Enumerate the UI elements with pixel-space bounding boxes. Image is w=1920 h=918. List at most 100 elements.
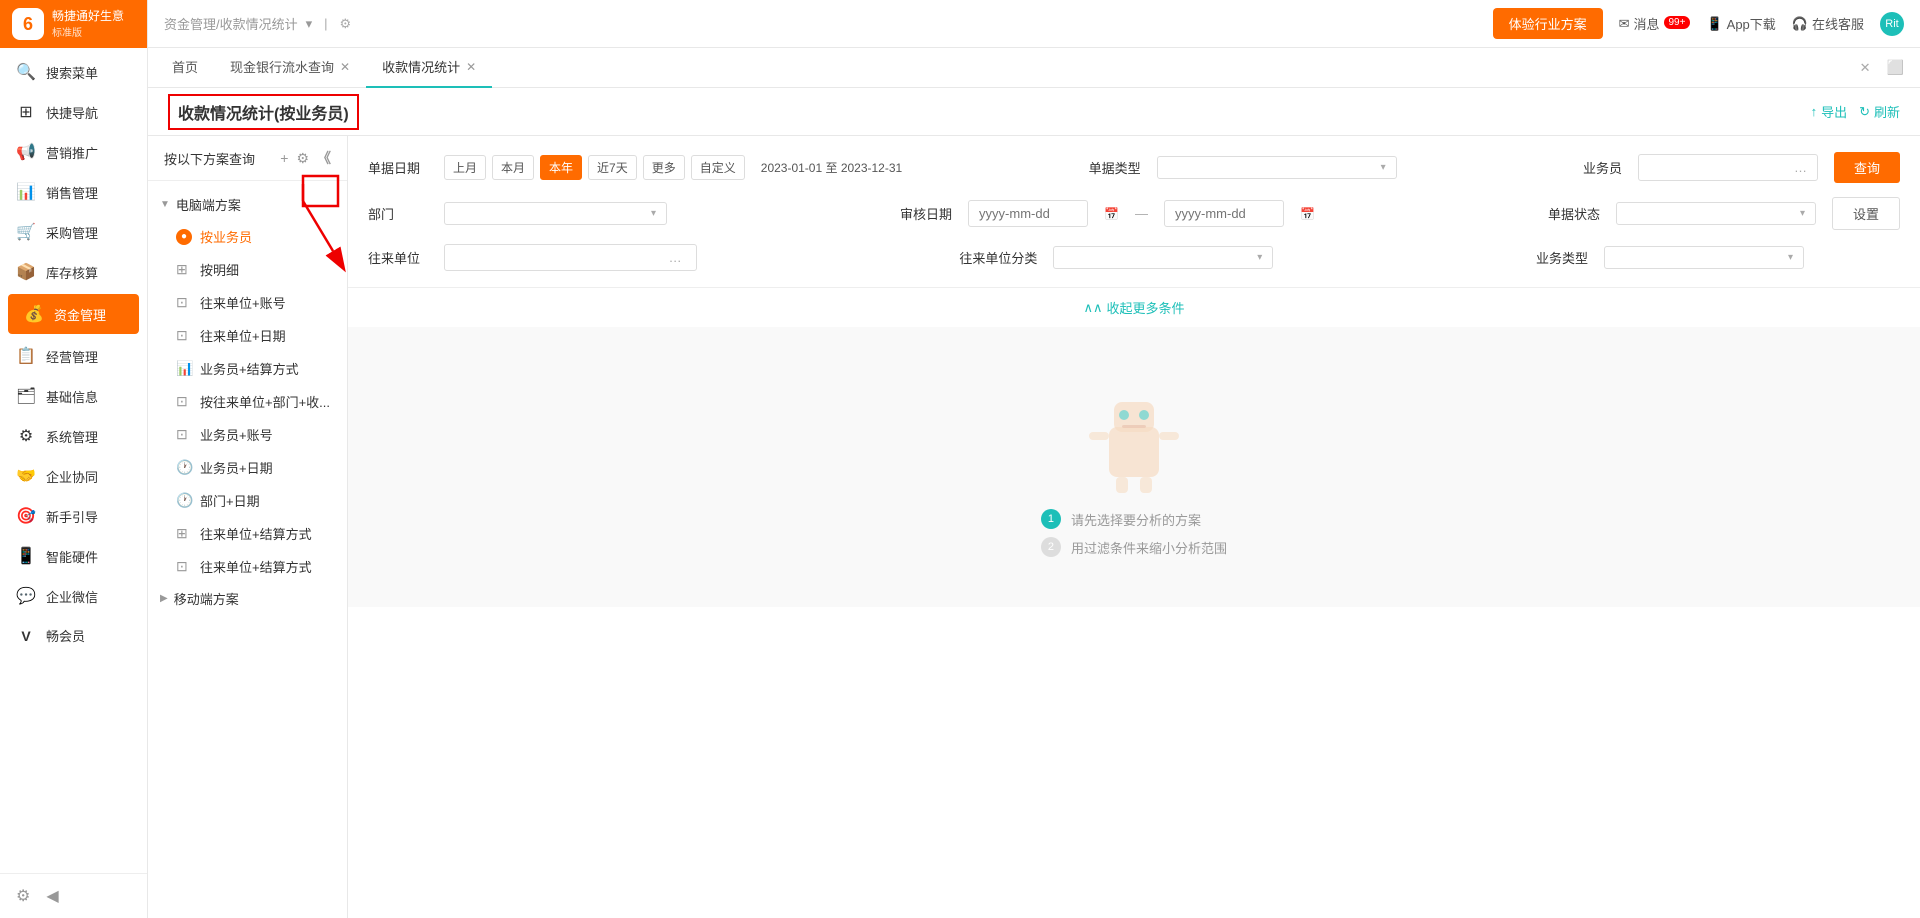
scheme-item-staff-settlement[interactable]: 📊 业务员+结算方式 (156, 352, 347, 385)
scheme-collapse-icon[interactable]: 《 (317, 148, 331, 168)
scheme-item-partner-account[interactable]: ⊡ 往来单位+账号 (156, 286, 347, 319)
user-avatar: Rit (1880, 12, 1904, 36)
tab-fullscreen-icon[interactable]: ⬜ (1879, 59, 1912, 76)
bill-type-select[interactable]: ▾ (1157, 156, 1397, 179)
staff-more-icon[interactable]: … (1794, 160, 1807, 175)
sidebar-label-sales: 销售管理 (46, 183, 98, 202)
message-action[interactable]: ✉ 消息 99+ (1619, 14, 1691, 33)
dept-label: 部门 (368, 204, 428, 223)
empty-step-1: 1 请先选择要分析的方案 (1041, 509, 1227, 529)
sidebar-label-guide: 新手引导 (46, 507, 98, 526)
review-date-start[interactable] (968, 200, 1088, 227)
date-btn-7days[interactable]: 近7天 (588, 155, 637, 180)
date-btn-this-month[interactable]: 本月 (492, 155, 534, 180)
dept-select[interactable]: ▾ (444, 202, 667, 225)
scheme-item-by-staff[interactable]: ● 按业务员 (156, 220, 347, 253)
sidebar-item-guide[interactable]: 🎯 新手引导 (0, 496, 147, 536)
settings-btn[interactable]: 设置 (1832, 197, 1900, 230)
guide-icon: 🎯 (16, 506, 36, 526)
partner-more-icon[interactable]: … (669, 250, 682, 265)
scheme-group-desktop-header[interactable]: ▼ 电脑端方案 (148, 189, 347, 220)
sidebar-item-basic[interactable]: 🗂 基础信息 (0, 376, 147, 416)
empty-state: 1 请先选择要分析的方案 2 用过滤条件来缩小分析范围 (348, 327, 1920, 607)
sidebar-item-inventory[interactable]: 📦 库存核算 (0, 252, 147, 292)
content-area: 按以下方案查询 + ⚙ 《 ▼ 电脑端方案 ● (148, 136, 1920, 918)
search-icon: 🔍 (16, 62, 36, 82)
logo-badge: 标准版 (52, 24, 124, 39)
business-type-select[interactable]: ▾ (1604, 246, 1804, 269)
sidebar-item-quicknav[interactable]: ⊞ 快捷导航 (0, 92, 147, 132)
scheme-group-mobile: ▶ 移动端方案 (148, 583, 347, 614)
sidebar-item-hardware[interactable]: 📱 智能硬件 (0, 536, 147, 576)
scheme-item-staff-account[interactable]: ⊡ 业务员+账号 (156, 418, 347, 451)
partner-select[interactable]: … (444, 244, 697, 271)
scheme-item-label-partner-account: 往来单位+账号 (200, 293, 286, 312)
export-btn[interactable]: ↑ 导出 (1811, 102, 1848, 121)
scheme-group-mobile-header[interactable]: ▶ 移动端方案 (148, 583, 347, 614)
sidebar-label-wechat: 企业微信 (46, 587, 98, 606)
scheme-item-partner-settlement2[interactable]: ⊡ 往来单位+结算方式 (156, 550, 347, 583)
filter-row-1: 单据日期 上月 本月 本年 近7天 更多 自定义 2023-01-01 至 20… (368, 152, 1900, 183)
footer-collapse-icon[interactable]: ◀ (46, 886, 58, 906)
tab-collection-close[interactable]: ✕ (466, 60, 476, 74)
sidebar-item-search[interactable]: 🔍 搜索菜单 (0, 52, 147, 92)
bill-status-select[interactable]: ▾ (1616, 202, 1816, 225)
step2-label: 用过滤条件来缩小分析范围 (1071, 538, 1227, 557)
trial-btn[interactable]: 体验行业方案 (1493, 8, 1603, 39)
scheme-item-label-dept-date: 部门+日期 (200, 491, 260, 510)
filter-row-3: 往来单位 … 往来单位分类 ▾ 业务类型 ▾ (368, 244, 1900, 271)
staff-select[interactable]: … (1638, 154, 1818, 181)
sidebar-label-finance: 资金管理 (54, 305, 106, 324)
scheme-add-icon[interactable]: + (280, 150, 288, 166)
date-btn-custom[interactable]: 自定义 (691, 155, 745, 180)
scheme-item-dept-date[interactable]: 🕐 部门+日期 (156, 484, 347, 517)
sidebar-item-system[interactable]: ⚙ 系统管理 (0, 416, 147, 456)
tab-home-label: 首页 (172, 57, 198, 76)
breadcrumb-dropdown-icon[interactable]: ▾ (306, 16, 313, 32)
refresh-btn[interactable]: ↻ 刷新 (1859, 102, 1900, 121)
sidebar-item-wechat[interactable]: 💬 企业微信 (0, 576, 147, 616)
collapse-more-btn[interactable]: ∧∧ 收起更多条件 (348, 288, 1920, 327)
settings-icon[interactable]: ⚙ (340, 16, 352, 32)
service-icon: 🎧 (1792, 16, 1808, 32)
breadcrumb: 资金管理/收款情况统计 (164, 14, 298, 33)
sidebar-item-vip[interactable]: V 畅会员 (0, 616, 147, 655)
scheme-item-partner-settlement1[interactable]: ⊞ 往来单位+结算方式 (156, 517, 347, 550)
scheme-settings-icon[interactable]: ⚙ (296, 150, 309, 167)
tab-collection[interactable]: 收款情况统计 ✕ (366, 48, 492, 88)
top-header: 资金管理/收款情况统计 ▾ | ⚙ 体验行业方案 ✉ 消息 99+ 📱 App下… (148, 0, 1920, 48)
sidebar-item-sales[interactable]: 📊 销售管理 (0, 172, 147, 212)
partner-settlement2-icon: ⊡ (176, 558, 192, 575)
user-name[interactable]: Rit (1880, 12, 1904, 36)
date-btn-more[interactable]: 更多 (643, 155, 685, 180)
app-download-action[interactable]: 📱 App下载 (1706, 14, 1775, 33)
logo-text: 畅捷通好生意 (52, 9, 124, 23)
tab-bank-close[interactable]: ✕ (340, 60, 350, 74)
scheme-item-partner-date[interactable]: ⊡ 往来单位+日期 (156, 319, 347, 352)
sidebar-item-marketing[interactable]: 📢 营销推广 (0, 132, 147, 172)
scheme-item-staff-date[interactable]: 🕐 业务员+日期 (156, 451, 347, 484)
tab-close-all-icon[interactable]: ✕ (1852, 60, 1879, 76)
sidebar-item-enterprise[interactable]: 🤝 企业协同 (0, 456, 147, 496)
scheme-item-label-staff-settlement: 业务员+结算方式 (200, 359, 299, 378)
scheme-item-by-partner-dept[interactable]: ⊡ 按往来单位+部门+收... (156, 385, 347, 418)
online-service-action[interactable]: 🎧 在线客服 (1792, 14, 1864, 33)
empty-steps: 1 请先选择要分析的方案 2 用过滤条件来缩小分析范围 (1041, 509, 1227, 557)
date-btn-this-year[interactable]: 本年 (540, 155, 582, 180)
partner-category-select[interactable]: ▾ (1053, 246, 1273, 269)
sidebar-item-finance[interactable]: 💰 资金管理 (8, 294, 139, 334)
sidebar-footer: ⚙ ◀ (0, 873, 147, 918)
query-btn[interactable]: 查询 (1834, 152, 1900, 183)
tab-bank[interactable]: 现金银行流水查询 ✕ (214, 48, 366, 88)
scheme-item-by-detail[interactable]: ⊞ 按明细 (156, 253, 347, 286)
footer-settings-icon[interactable]: ⚙ (16, 886, 30, 906)
date-separator: — (1135, 206, 1148, 221)
date-btn-last-month[interactable]: 上月 (444, 155, 486, 180)
tab-home[interactable]: 首页 (156, 48, 214, 88)
filter-panel: 单据日期 上月 本月 本年 近7天 更多 自定义 2023-01-01 至 20… (348, 136, 1920, 918)
sidebar-item-purchase[interactable]: 🛒 采购管理 (0, 212, 147, 252)
review-date-end[interactable] (1164, 200, 1284, 227)
date-options: 上月 本月 本年 近7天 更多 自定义 (444, 155, 745, 180)
sidebar-item-operations[interactable]: 📋 经营管理 (0, 336, 147, 376)
scheme-item-label-partner-settlement2: 往来单位+结算方式 (200, 557, 312, 576)
